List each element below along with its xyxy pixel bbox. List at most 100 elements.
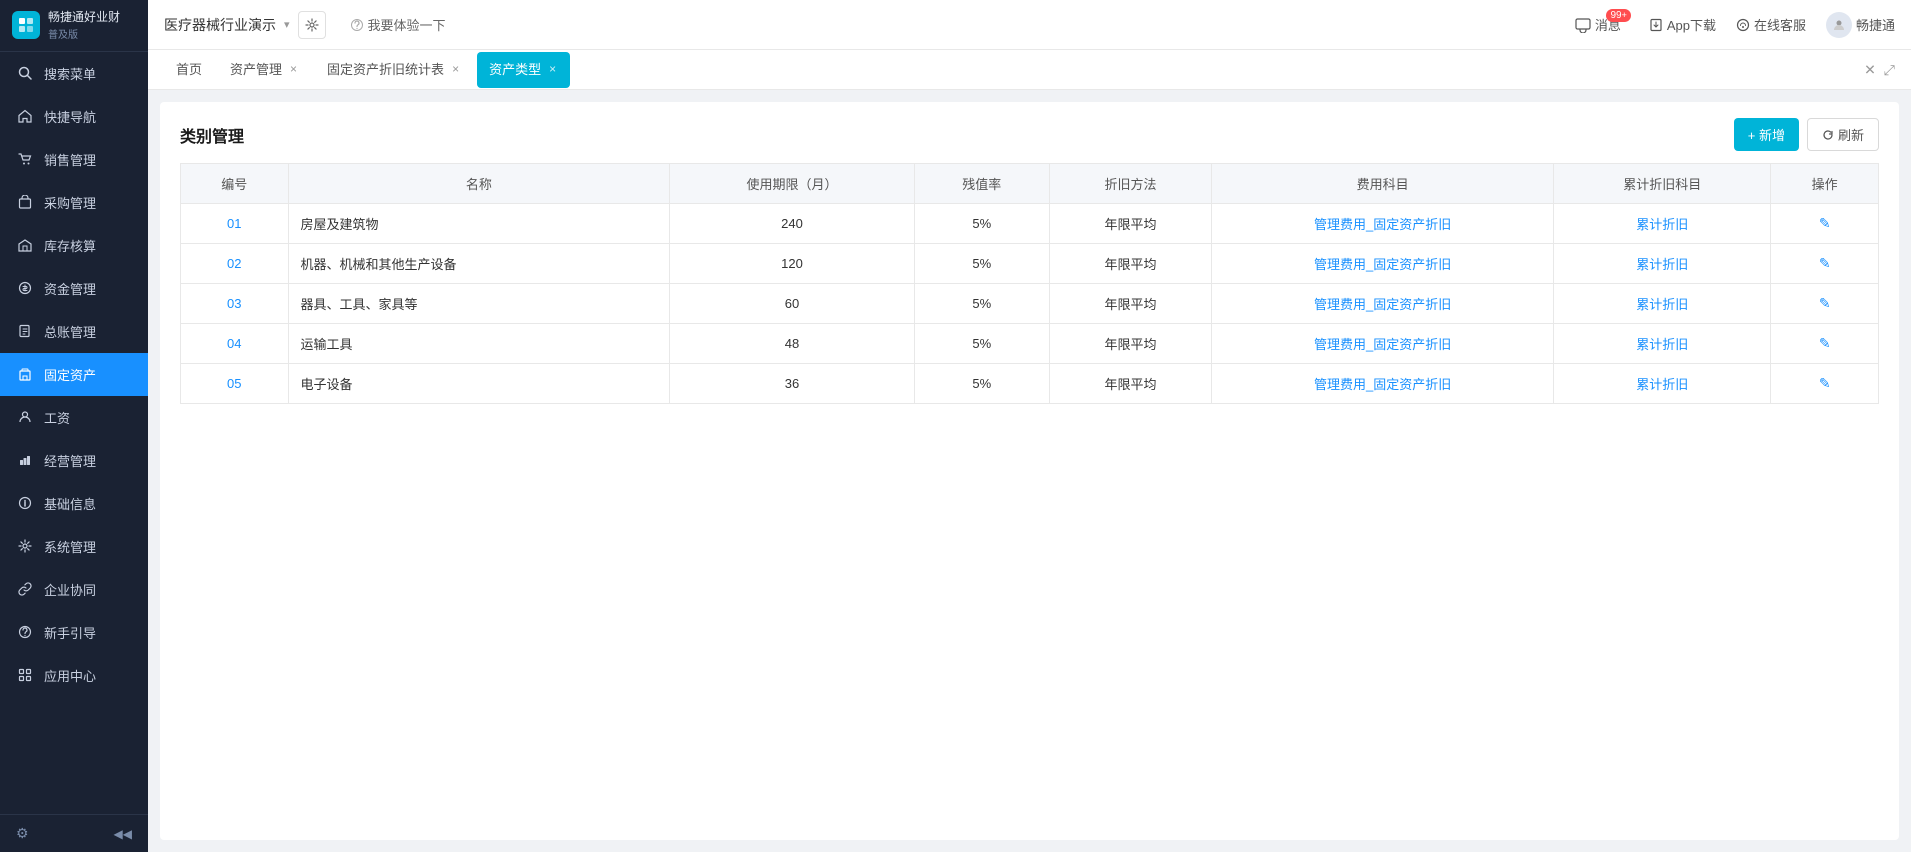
header-settings-button[interactable] [298, 11, 326, 39]
cell-accumulated: 累计折旧 [1554, 364, 1771, 404]
sidebar-item-payroll[interactable]: 工资 [0, 396, 148, 439]
sidebar-nav: 搜索菜单 快捷导航 销售管理 采购管理 库存核算 [0, 52, 148, 814]
notifications-button[interactable]: 消息 99 [1575, 15, 1621, 34]
cell-accumulated: 累计折旧 [1554, 324, 1771, 364]
tab-asset-type-close[interactable]: × [547, 62, 558, 76]
cell-method: 年限平均 [1049, 244, 1211, 284]
search-icon [16, 64, 34, 82]
cart-icon [16, 150, 34, 168]
tab-asset-management-close[interactable]: × [288, 62, 299, 76]
settings-icon [16, 537, 34, 555]
tab-fixed-asset-depreciation[interactable]: 固定资产折旧统计表 × [315, 52, 473, 88]
user-label: 畅捷通 [1856, 15, 1895, 34]
online-service-label: 在线客服 [1754, 15, 1806, 34]
tabs-actions: ✕ ⤢ [1864, 61, 1895, 78]
cell-action: ✎ [1771, 204, 1879, 244]
top-header: 医疗器械行业演示 ▾ 我要体验一下 消息 99 App下载 [148, 0, 1911, 50]
chart-icon [16, 451, 34, 469]
refresh-button[interactable]: 刷新 [1807, 118, 1879, 151]
sidebar-item-sales[interactable]: 销售管理 [0, 138, 148, 181]
sidebar-item-system[interactable]: 系统管理 [0, 525, 148, 568]
info-icon [16, 494, 34, 512]
trial-button[interactable]: 我要体验一下 [350, 15, 446, 34]
tab-fullscreen-icon[interactable]: ⤢ [1884, 61, 1895, 78]
cell-accumulated: 累计折旧 [1554, 204, 1771, 244]
cell-code: 03 [181, 284, 289, 324]
tab-fixed-asset-depreciation-close[interactable]: × [450, 62, 461, 76]
money-icon [16, 279, 34, 297]
people-icon [16, 408, 34, 426]
category-table: 编号 名称 使用期限（月） 残值率 折旧方法 费用科目 累计折旧科目 操作 01… [180, 163, 1879, 404]
user-menu[interactable]: 畅捷通 [1826, 12, 1895, 38]
col-accumulated: 累计折旧科目 [1554, 164, 1771, 204]
table-row: 03 器具、工具、家具等 60 5% 年限平均 管理费用_固定资产折旧 累计折旧… [181, 284, 1879, 324]
sidebar-item-app-center[interactable]: 应用中心 [0, 654, 148, 697]
tab-home-label: 首页 [176, 59, 202, 78]
cell-code: 05 [181, 364, 289, 404]
col-period: 使用期限（月） [670, 164, 915, 204]
page-header: 类别管理 + 新增 刷新 [160, 102, 1899, 163]
refresh-label: 刷新 [1838, 125, 1864, 144]
col-action: 操作 [1771, 164, 1879, 204]
logo-icon [12, 11, 40, 39]
app-download-label: App下载 [1667, 15, 1716, 34]
cell-residual: 5% [914, 324, 1049, 364]
tab-asset-management-label: 资产管理 [230, 59, 282, 78]
box-icon [16, 193, 34, 211]
cell-residual: 5% [914, 284, 1049, 324]
sidebar-item-basic-info[interactable]: 基础信息 [0, 482, 148, 525]
cell-code: 04 [181, 324, 289, 364]
sidebar-item-purchase[interactable]: 采购管理 [0, 181, 148, 224]
cell-accumulated: 累计折旧 [1554, 284, 1771, 324]
cell-method: 年限平均 [1049, 204, 1211, 244]
edit-button[interactable]: ✎ [1819, 295, 1831, 311]
tab-asset-management[interactable]: 资产管理 × [218, 52, 311, 88]
sidebar-item-operations[interactable]: 经营管理 [0, 439, 148, 482]
col-expense: 费用科目 [1212, 164, 1554, 204]
cell-period: 48 [670, 324, 915, 364]
sidebar-item-inventory[interactable]: 库存核算 [0, 224, 148, 267]
edit-button[interactable]: ✎ [1819, 255, 1831, 271]
add-button[interactable]: + 新增 [1734, 118, 1799, 151]
tab-asset-type[interactable]: 资产类型 × [477, 52, 570, 88]
collapse-icon[interactable]: ◀◀ [114, 827, 132, 841]
cell-action: ✎ [1771, 284, 1879, 324]
sidebar-item-finance[interactable]: 资金管理 [0, 267, 148, 310]
building-icon [16, 365, 34, 383]
sidebar-item-guide[interactable]: 新手引导 [0, 611, 148, 654]
table-container: 编号 名称 使用期限（月） 残值率 折旧方法 费用科目 累计折旧科目 操作 01… [160, 163, 1899, 840]
table-row: 04 运输工具 48 5% 年限平均 管理费用_固定资产折旧 累计折旧 ✎ [181, 324, 1879, 364]
sidebar-item-quick-nav[interactable]: 快捷导航 [0, 95, 148, 138]
header-right: 消息 99 App下载 在线客服 畅捷通 [1575, 12, 1895, 38]
cell-code: 02 [181, 244, 289, 284]
header-left: 医疗器械行业演示 ▾ 我要体验一下 [164, 11, 446, 39]
tab-home[interactable]: 首页 [164, 52, 214, 88]
col-name: 名称 [288, 164, 670, 204]
cell-expense: 管理费用_固定资产折旧 [1212, 244, 1554, 284]
cell-residual: 5% [914, 204, 1049, 244]
sidebar-item-search[interactable]: 搜索菜单 [0, 52, 148, 95]
cell-accumulated: 累计折旧 [1554, 244, 1771, 284]
sidebar-item-cooperation[interactable]: 企业协同 [0, 568, 148, 611]
link-icon [16, 580, 34, 598]
notifications-badge: 99 [1606, 9, 1630, 22]
guide-icon [16, 623, 34, 641]
tab-close-all-icon[interactable]: ✕ [1864, 61, 1876, 78]
col-residual: 残值率 [914, 164, 1049, 204]
cell-action: ✎ [1771, 244, 1879, 284]
sidebar-item-fixed-asset[interactable]: 固定资产 [0, 353, 148, 396]
app-download-button[interactable]: App下载 [1649, 15, 1716, 34]
cell-expense: 管理费用_固定资产折旧 [1212, 204, 1554, 244]
edit-button[interactable]: ✎ [1819, 215, 1831, 231]
cell-period: 60 [670, 284, 915, 324]
cell-action: ✎ [1771, 324, 1879, 364]
settings-footer-icon[interactable]: ⚙ [16, 825, 29, 842]
sidebar-item-ledger[interactable]: 总账管理 [0, 310, 148, 353]
company-dropdown-icon[interactable]: ▾ [284, 18, 290, 31]
edit-button[interactable]: ✎ [1819, 335, 1831, 351]
cell-expense: 管理费用_固定资产折旧 [1212, 364, 1554, 404]
apps-icon [16, 666, 34, 684]
edit-button[interactable]: ✎ [1819, 375, 1831, 391]
online-service-button[interactable]: 在线客服 [1736, 15, 1806, 34]
col-method: 折旧方法 [1049, 164, 1211, 204]
